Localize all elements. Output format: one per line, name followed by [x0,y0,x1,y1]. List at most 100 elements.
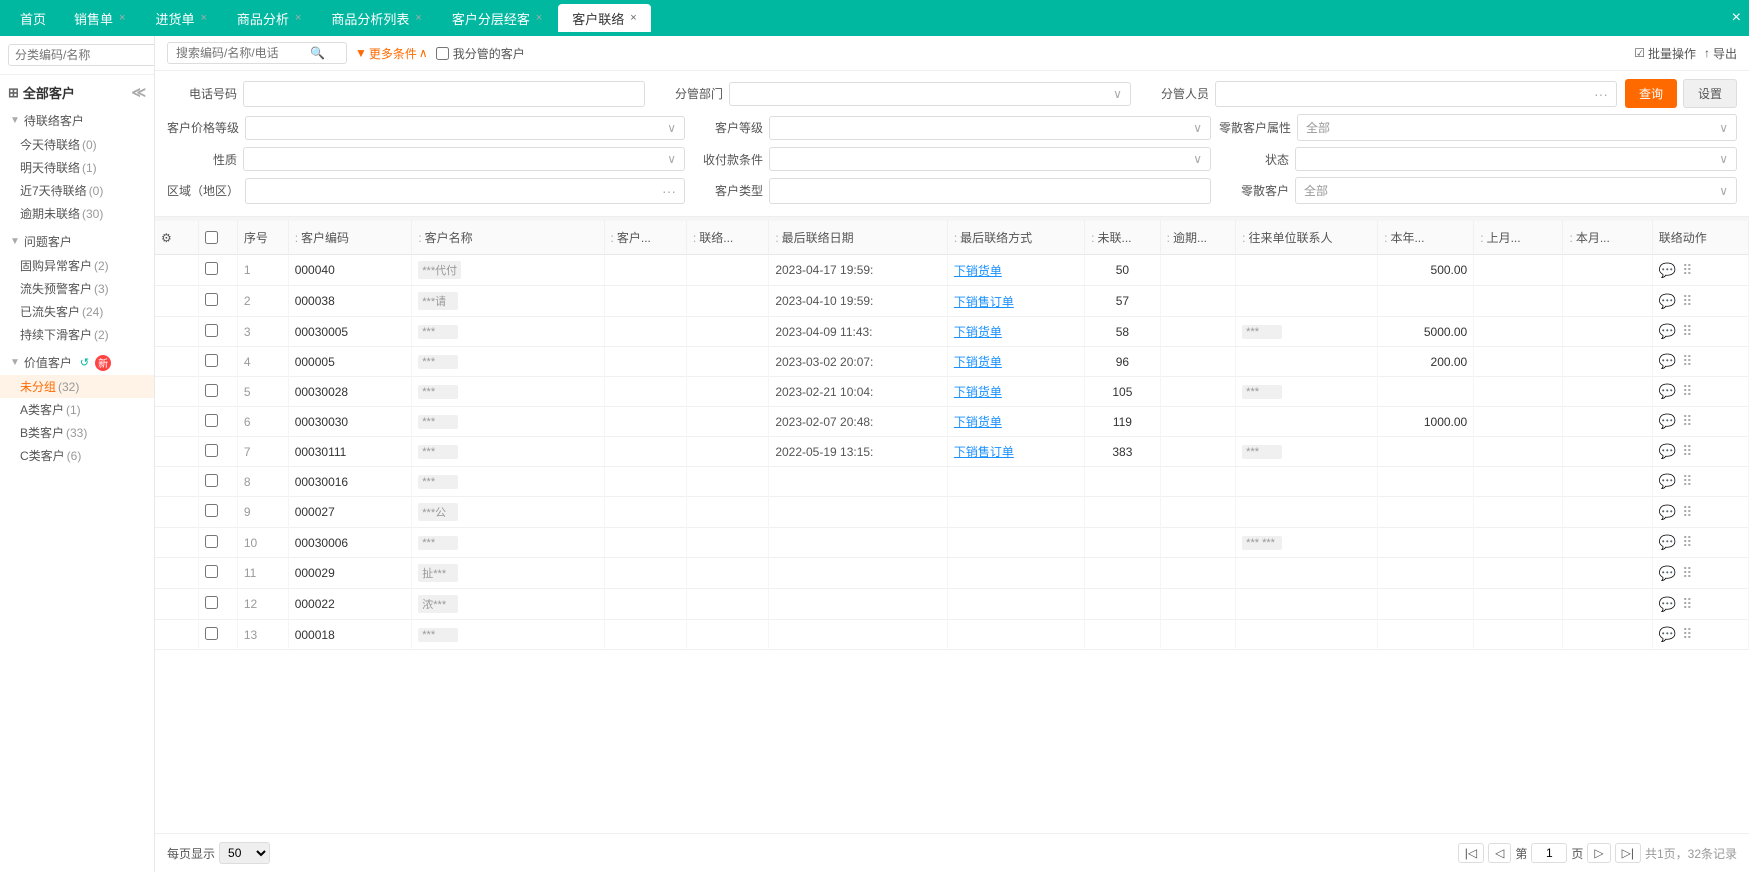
contact-icon[interactable]: 💬 [1659,413,1676,430]
th-settings[interactable]: ⚙ [155,221,199,255]
more-icon[interactable]: ⠿ [1682,383,1692,400]
th-no-contact[interactable]: :未联... [1085,221,1161,255]
sidebar-item-class-b[interactable]: B类客户 (33) [0,421,154,444]
td-last-method[interactable]: 下销货单 [947,347,1084,377]
more-icon[interactable]: ⠿ [1682,626,1692,643]
field-nature-select[interactable]: ∨ [243,147,685,171]
sidebar-search-input[interactable] [8,44,155,66]
field-payment-select[interactable]: ∨ [769,147,1211,171]
sidebar-item-ungrouped[interactable]: 未分组 (32) [0,375,154,398]
more-icon[interactable]: ⠿ [1682,534,1692,551]
contact-icon[interactable]: 💬 [1659,293,1676,310]
sidebar-group-pending-title[interactable]: ▼ 待联络客户 [0,108,154,133]
more-icon[interactable]: ⠿ [1682,596,1692,613]
th-name[interactable]: :客户名称 [412,221,604,255]
td-last-method[interactable] [947,589,1084,620]
field-scattered-select[interactable]: 全部 ∨ [1295,177,1737,204]
td-checkbox-cell[interactable] [199,407,237,437]
sidebar-item-class-a[interactable]: A类客户 (1) [0,398,154,421]
th-this-year[interactable]: :本年... [1378,221,1474,255]
td-checkbox-cell[interactable] [199,255,237,286]
sidebar-item-tomorrow[interactable]: 明天待联络 (1) [0,156,154,179]
row-checkbox[interactable] [205,293,218,306]
td-last-method[interactable]: 下销售订单 [947,286,1084,317]
td-checkbox-cell[interactable] [199,620,237,650]
th-checkbox[interactable] [199,221,237,255]
window-close-icon[interactable]: × [1732,9,1741,27]
sidebar-item-churned[interactable]: 已流失客户 (24) [0,300,154,323]
page-input[interactable] [1531,843,1567,863]
tab-customer-segment-close[interactable]: × [536,12,542,24]
query-btn[interactable]: 查询 [1625,79,1677,108]
row-checkbox[interactable] [205,384,218,397]
td-checkbox-cell[interactable] [199,317,237,347]
td-checkbox-cell[interactable] [199,589,237,620]
contact-icon[interactable]: 💬 [1659,504,1676,521]
td-last-method[interactable] [947,620,1084,650]
row-checkbox[interactable] [205,354,218,367]
tab-sales-close[interactable]: × [119,12,125,24]
td-last-method[interactable]: 下销售订单 [947,437,1084,467]
row-checkbox[interactable] [205,324,218,337]
tab-customer-contact-close[interactable]: × [630,12,636,24]
tab-purchase-close[interactable]: × [200,12,206,24]
td-last-method[interactable] [947,558,1084,589]
td-last-method[interactable] [947,467,1084,497]
sidebar-item-overdue[interactable]: 逾期未联络 (30) [0,202,154,225]
td-checkbox-cell[interactable] [199,347,237,377]
reset-btn[interactable]: 设置 [1683,79,1737,108]
contact-icon[interactable]: 💬 [1659,443,1676,460]
td-checkbox-cell[interactable] [199,437,237,467]
tab-analysis[interactable]: 商品分析 × [223,4,315,32]
batch-op-btn[interactable]: ☑ 批量操作 [1634,45,1696,62]
more-icon[interactable]: ⠿ [1682,504,1692,521]
contact-icon[interactable]: 💬 [1659,565,1676,582]
td-checkbox-cell[interactable] [199,558,237,589]
th-last-month[interactable]: :上月... [1474,221,1563,255]
sidebar-group-value-title[interactable]: ▼ 价值客户 ↺ 新 [0,350,154,375]
row-checkbox[interactable] [205,504,218,517]
collapse-icon[interactable]: ≪ [131,84,146,101]
more-icon[interactable]: ⠿ [1682,473,1692,490]
td-last-method[interactable] [947,497,1084,528]
contact-icon[interactable]: 💬 [1659,262,1676,279]
sidebar-item-churn-warning[interactable]: 流失预警客户 (3) [0,277,154,300]
sidebar-item-abnormal[interactable]: 固购异常客户 (2) [0,254,154,277]
tab-customer-segment[interactable]: 客户分层经客 × [438,4,556,32]
row-checkbox[interactable] [205,262,218,275]
field-customer-type-input[interactable] [769,178,1211,204]
th-code[interactable]: :客户编码 [288,221,412,255]
sidebar-item-declining[interactable]: 持续下滑客户 (2) [0,323,154,346]
row-checkbox[interactable] [205,474,218,487]
sidebar-item-today[interactable]: 今天待联络 (0) [0,133,154,156]
td-last-method[interactable]: 下销货单 [947,377,1084,407]
export-btn[interactable]: ↑ 导出 [1704,45,1737,62]
more-icon[interactable]: ⠿ [1682,262,1692,279]
th-contact[interactable]: :联络... [686,221,768,255]
row-checkbox[interactable] [205,414,218,427]
contact-icon[interactable]: 💬 [1659,353,1676,370]
more-icon[interactable]: ⠿ [1682,413,1692,430]
td-checkbox-cell[interactable] [199,467,237,497]
more-icon[interactable]: ⠿ [1682,565,1692,582]
td-checkbox-cell[interactable] [199,497,237,528]
field-dept-select[interactable]: ∨ [729,82,1131,106]
sidebar-item-class-c[interactable]: C类客户 (6) [0,444,154,467]
th-this-month[interactable]: :本月... [1563,221,1652,255]
tab-sales[interactable]: 销售单 × [60,4,139,32]
tab-purchase[interactable]: 进货单 × [141,4,220,32]
tab-analysis-list[interactable]: 商品分析列表 × [317,4,435,32]
row-checkbox[interactable] [205,596,218,609]
th-last-method[interactable]: :最后联络方式 [947,221,1084,255]
more-icon[interactable]: ⠿ [1682,353,1692,370]
more-icon[interactable]: ⠿ [1682,293,1692,310]
last-page-btn[interactable]: ▷| [1615,843,1641,863]
refresh-icon[interactable]: ↺ [80,356,89,369]
contact-icon[interactable]: 💬 [1659,596,1676,613]
sidebar-group-problem-title[interactable]: ▼ 问题客户 [0,229,154,254]
home-tab[interactable]: 首页 [8,9,58,28]
tab-analysis-list-close[interactable]: × [415,12,421,24]
td-checkbox-cell[interactable] [199,377,237,407]
next-page-btn[interactable]: ▷ [1587,843,1610,863]
field-region-input[interactable]: ··· [245,178,685,204]
